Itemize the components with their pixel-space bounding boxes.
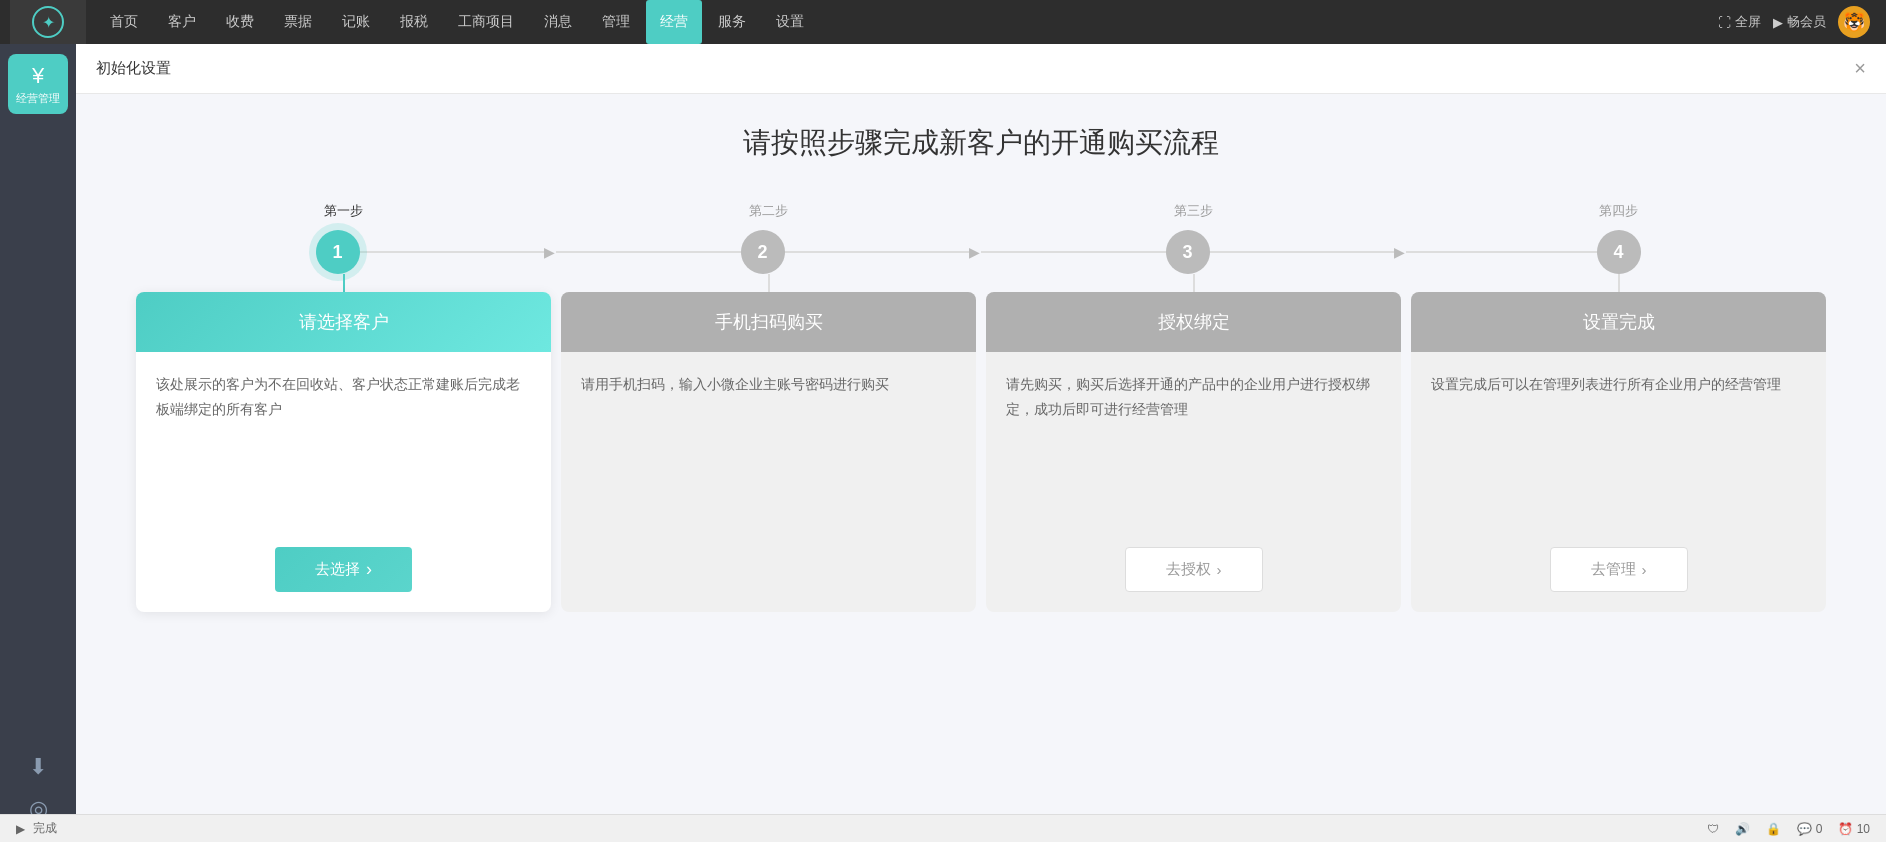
nav-fee[interactable]: 收费 (212, 0, 268, 44)
card3-footer: 去授权 › (986, 531, 1401, 612)
steps-container: 第一步 1 ▶ 请选择客户 该处展示的客户为不在回收站、客户状态正常建账后完成老… (131, 202, 1831, 612)
nav-message[interactable]: 消息 (530, 0, 586, 44)
card1-body: 该处展示的客户为不在回收站、客户状态正常建账后完成老板端绑定的所有客户 (136, 352, 551, 531)
step4-label: 第四步 (1599, 202, 1638, 220)
status-bar-right: 🛡 🔊 🔒 💬 0 ⏰ 10 (1707, 822, 1870, 836)
card1-footer: 去选择 › (136, 531, 551, 612)
step4-circle: 4 (1597, 230, 1641, 274)
step1-circle: 1 (316, 230, 360, 274)
card4-footer: 去管理 › (1411, 531, 1826, 612)
go-authorize-button[interactable]: 去授权 › (1125, 547, 1263, 592)
fullscreen-icon: ⛶ (1718, 15, 1731, 30)
setup-heading: 请按照步骤完成新客户的开通购买流程 (116, 124, 1846, 162)
go-select-arrow: › (366, 559, 372, 580)
go-manage-button[interactable]: 去管理 › (1550, 547, 1688, 592)
card-4: 设置完成 设置完成后可以在管理列表进行所有企业用户的经营管理 去管理 › (1411, 292, 1826, 612)
logo: ✦ (10, 0, 86, 44)
nav-accounting[interactable]: 记账 (328, 0, 384, 44)
membership-button[interactable]: ▶ 畅会员 (1773, 13, 1826, 31)
status-bar: ▶ 完成 🛡 🔊 🔒 💬 0 ⏰ 10 (0, 814, 1886, 842)
nav-operation[interactable]: 经营 (646, 0, 702, 44)
step2-label: 第二步 (749, 202, 788, 220)
close-button[interactable]: × (1854, 57, 1866, 80)
step-3: 第三步 3 ▶ 授权绑定 请先购买，购买后选择开通的产品中的企业用户进行授权绑定… (981, 202, 1406, 612)
arrow3-head: ▶ (1394, 244, 1406, 260)
card4-header: 设置完成 (1411, 292, 1826, 352)
card3-body: 请先购买，购买后选择开通的产品中的企业用户进行授权绑定，成功后即可进行经营管理 (986, 352, 1401, 531)
sidebar-item-operation[interactable]: ¥ 经营管理 (8, 54, 68, 114)
nav-invoice[interactable]: 票据 (270, 0, 326, 44)
step-2: 第二步 2 ▶ 手机扫码购买 请用手机扫码，输入小微企业主账号密码进行购买 (556, 202, 981, 612)
step2-connector (768, 274, 770, 292)
nav-service[interactable]: 服务 (704, 0, 760, 44)
card1-header: 请选择客户 (136, 292, 551, 352)
step-1: 第一步 1 ▶ 请选择客户 该处展示的客户为不在回收站、客户状态正常建账后完成老… (131, 202, 556, 612)
card-1: 请选择客户 该处展示的客户为不在回收站、客户状态正常建账后完成老板端绑定的所有客… (136, 292, 551, 612)
nav-home[interactable]: 首页 (96, 0, 152, 44)
arrow2-head: ▶ (969, 244, 981, 260)
card4-body: 设置完成后可以在管理列表进行所有企业用户的经营管理 (1411, 352, 1826, 531)
lock-icon: 🔒 (1766, 822, 1781, 836)
go-manage-arrow: › (1642, 561, 1647, 578)
avatar[interactable]: 🐯 (1838, 6, 1870, 38)
go-authorize-label: 去授权 (1166, 560, 1211, 579)
page-header: 初始化设置 × (76, 44, 1886, 94)
nav-manage[interactable]: 管理 (588, 0, 644, 44)
step3-label: 第三步 (1174, 202, 1213, 220)
play-icon: ▶ (1773, 15, 1783, 30)
step4-connector (1618, 274, 1620, 292)
message-count: 💬 0 (1797, 822, 1822, 836)
step3-circle: 3 (1166, 230, 1210, 274)
card-3: 授权绑定 请先购买，购买后选择开通的产品中的企业用户进行授权绑定，成功后即可进行… (986, 292, 1401, 612)
step1-connector (343, 274, 345, 292)
nav-right-area: ⛶ 全屏 ▶ 畅会员 🐯 (1718, 6, 1886, 38)
step2-circle: 2 (741, 230, 785, 274)
go-manage-label: 去管理 (1591, 560, 1636, 579)
clock-icon: ⏰ 10 (1838, 822, 1870, 836)
step1-label: 第一步 (324, 202, 363, 220)
arrow1-head: ▶ (544, 244, 556, 260)
nav-menu: 首页 客户 收费 票据 记账 报税 工商项目 消息 管理 经营 服务 设置 (96, 0, 1718, 44)
nav-bizproject[interactable]: 工商项目 (444, 0, 528, 44)
shield-status-icon: 🛡 (1707, 822, 1719, 836)
setup-content: 请按照步骤完成新客户的开通购买流程 第一步 1 ▶ 请选择客户 该处展示的客户为… (76, 94, 1886, 842)
fullscreen-button[interactable]: ⛶ 全屏 (1718, 13, 1761, 31)
card2-body: 请用手机扫码，输入小微企业主账号密码进行购买 (561, 352, 976, 576)
download-icon[interactable]: ⬇ (29, 754, 47, 780)
yuan-icon: ¥ (32, 63, 44, 89)
sidebar-label: 经营管理 (16, 91, 60, 106)
go-authorize-arrow: › (1217, 561, 1222, 578)
sidebar: ¥ 经营管理 ⬇ ◎ (0, 44, 76, 842)
step3-connector (1193, 274, 1195, 292)
card-2: 手机扫码购买 请用手机扫码，输入小微企业主账号密码进行购买 (561, 292, 976, 612)
card2-footer (561, 576, 976, 612)
card3-header: 授权绑定 (986, 292, 1401, 352)
status-play-icon: ▶ (16, 822, 25, 836)
logo-icon: ✦ (32, 6, 64, 38)
volume-icon: 🔊 (1735, 822, 1750, 836)
status-text: 完成 (33, 820, 57, 837)
page-title: 初始化设置 (96, 59, 171, 78)
nav-settings[interactable]: 设置 (762, 0, 818, 44)
step-4: 第四步 4 设置完成 设置完成后可以在管理列表进行所有企业用户的经营管理 去管理… (1406, 202, 1831, 612)
go-select-button[interactable]: 去选择 › (275, 547, 412, 592)
go-select-label: 去选择 (315, 560, 360, 579)
nav-tax[interactable]: 报税 (386, 0, 442, 44)
top-navigation: ✦ 首页 客户 收费 票据 记账 报税 工商项目 消息 管理 经营 服务 设置 … (0, 0, 1886, 44)
main-content: 初始化设置 × 请按照步骤完成新客户的开通购买流程 第一步 1 ▶ 请选择客户 … (76, 44, 1886, 842)
card2-header: 手机扫码购买 (561, 292, 976, 352)
nav-customer[interactable]: 客户 (154, 0, 210, 44)
